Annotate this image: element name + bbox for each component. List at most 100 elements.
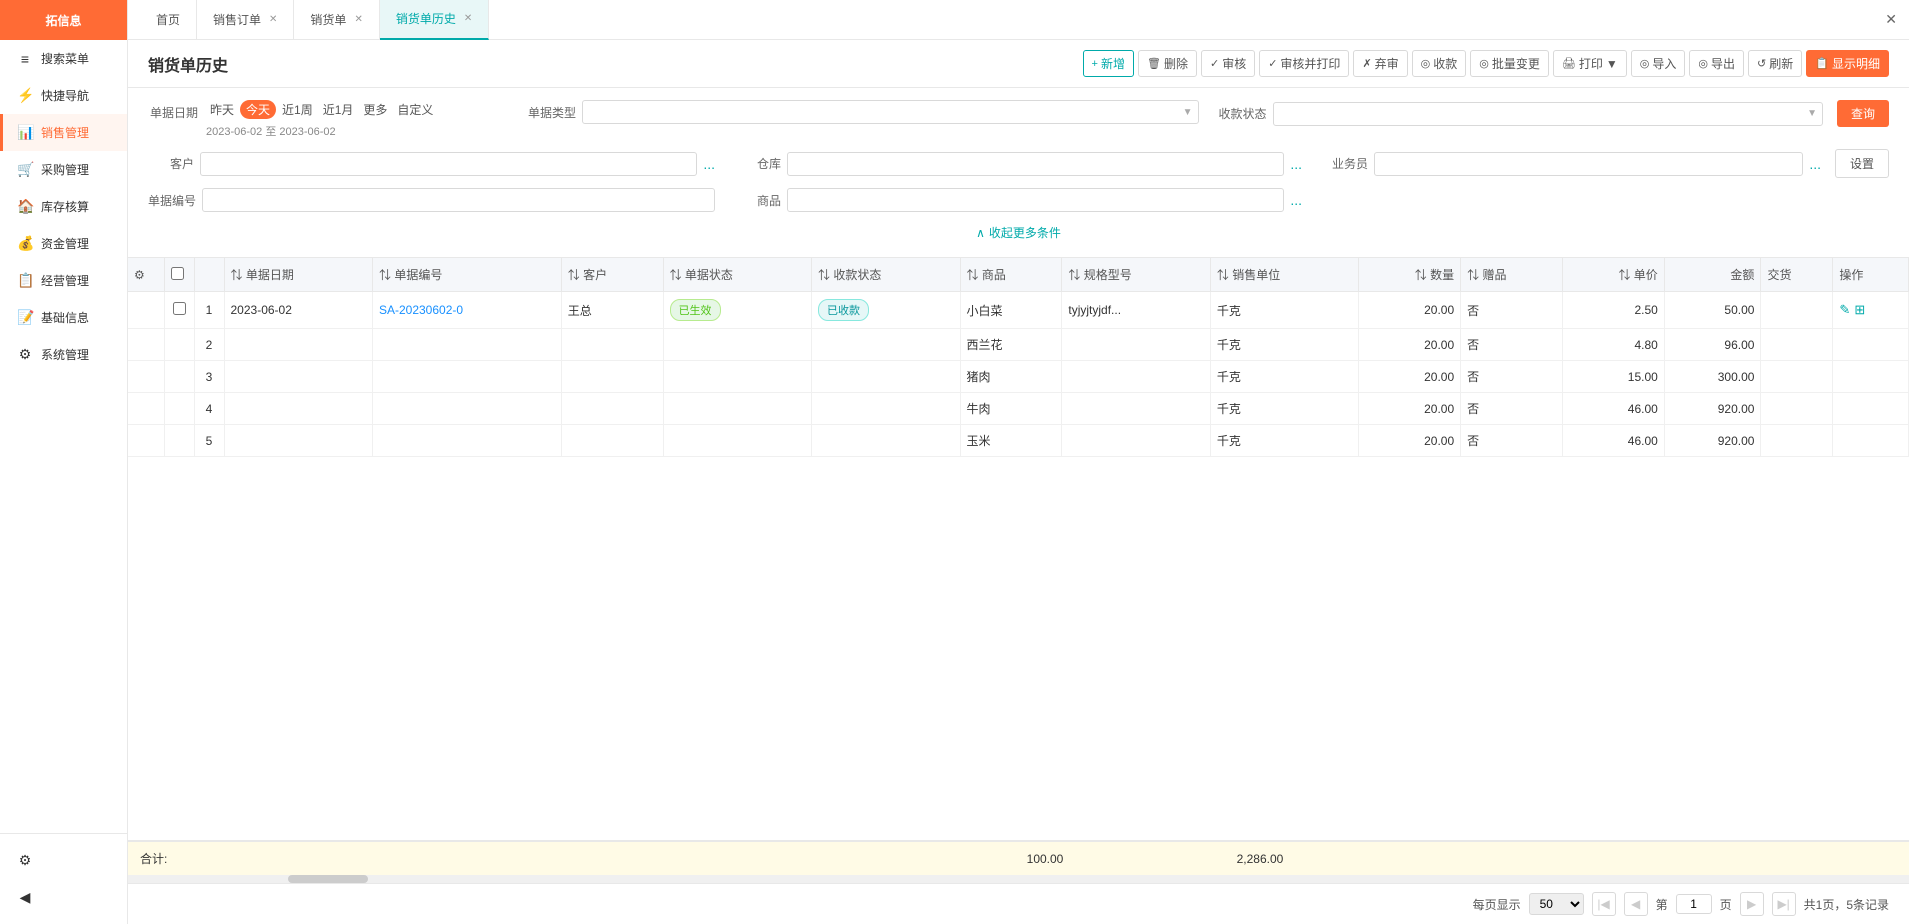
goods-input[interactable] <box>787 188 1284 212</box>
gear-icon[interactable]: ⚙ <box>134 268 145 282</box>
sidebar-item-base-info[interactable]: 📝 基础信息 <box>0 299 127 336</box>
import-button[interactable]: ◎ 导入 <box>1631 50 1686 77</box>
page-input[interactable] <box>1676 894 1712 914</box>
warehouse-field: 仓库 ... <box>735 152 1302 176</box>
query-button[interactable]: 查询 <box>1837 100 1889 127</box>
horizontal-scrollbar[interactable] <box>128 875 1909 883</box>
payment-status-select[interactable] <box>1273 102 1823 126</box>
customer-dots[interactable]: ... <box>703 156 715 172</box>
row-doc-no[interactable] <box>372 393 561 425</box>
staff-input[interactable] <box>1374 152 1803 176</box>
audit-print-button[interactable]: ✓ 审核并打印 <box>1259 50 1349 77</box>
receive-icon: ◎ <box>1421 57 1431 70</box>
sidebar-item-sales-mgmt[interactable]: 📊 销售管理 <box>0 114 127 151</box>
staff-dots[interactable]: ... <box>1809 156 1821 172</box>
show-detail-button[interactable]: 📋 显示明细 <box>1806 50 1889 77</box>
col-gear[interactable]: ⚙ <box>128 258 164 292</box>
doc-no-link[interactable]: SA-20230602-0 <box>379 303 463 317</box>
abandon-button[interactable]: ✗ 弃审 <box>1353 50 1407 77</box>
tab-sales-order[interactable]: 销售订单 ✕ <box>197 0 294 40</box>
col-amount[interactable]: 金额 <box>1664 258 1761 292</box>
col-goods[interactable]: ⇅ 商品 <box>960 258 1062 292</box>
row-doc-no[interactable] <box>372 329 561 361</box>
page-size-select[interactable]: 50 20 100 <box>1529 893 1584 915</box>
sidebar-collapse-btn[interactable]: ◀ <box>0 879 127 916</box>
print-dropdown-icon: ▼ <box>1606 57 1618 71</box>
col-date[interactable]: ⇅ 单据日期 <box>224 258 372 292</box>
doc-type-field: 单据类型 ▼ <box>528 100 1199 124</box>
sidebar-item-stock-calc[interactable]: 🏠 库存核算 <box>0 188 127 225</box>
audit-button-label: 审核 <box>1222 55 1246 72</box>
tab-sales-history-label: 销货单历史 <box>396 10 456 27</box>
date-shortcut-custom[interactable]: 自定义 <box>393 100 437 119</box>
date-shortcut-today[interactable]: 今天 <box>240 100 276 119</box>
import-icon: ◎ <box>1640 57 1650 70</box>
scrollbar-thumb[interactable] <box>288 875 368 883</box>
page-suffix: 页 <box>1720 896 1732 913</box>
page-last-btn[interactable]: ▶| <box>1772 892 1796 916</box>
date-shortcut-yesterday[interactable]: 昨天 <box>206 100 238 119</box>
select-all-checkbox[interactable] <box>171 267 184 280</box>
col-gift[interactable]: ⇅ 赠品 <box>1461 258 1563 292</box>
col-doc-status[interactable]: ⇅ 单据状态 <box>663 258 811 292</box>
page-first-btn[interactable]: |◀ <box>1592 892 1616 916</box>
col-doc-no[interactable]: ⇅ 单据编号 <box>372 258 561 292</box>
batch-change-button[interactable]: ◎ 批量变更 <box>1470 50 1549 77</box>
date-shortcut-last1m[interactable]: 近1月 <box>319 100 358 119</box>
row-unit: 千克 <box>1210 292 1358 329</box>
row-doc-no[interactable]: SA-20230602-0 <box>372 292 561 329</box>
goods-dots[interactable]: ... <box>1290 192 1302 208</box>
collapse-btn[interactable]: ∧ 收起更多条件 <box>148 220 1889 245</box>
sidebar-item-search-menu[interactable]: ≡ 搜索菜单 <box>0 40 127 77</box>
tab-sales-goods-close[interactable]: ✕ <box>354 14 362 25</box>
doc-no-input[interactable] <box>202 188 715 212</box>
sidebar-settings-btn[interactable]: ⚙ <box>0 842 127 879</box>
export-button[interactable]: ◎ 导出 <box>1689 50 1744 77</box>
footer-amount-total: 2,286.00 <box>1183 852 1283 866</box>
warehouse-input[interactable] <box>787 152 1284 176</box>
new-button[interactable]: + 新增 <box>1083 50 1134 77</box>
row-doc-no[interactable] <box>372 361 561 393</box>
receive-button[interactable]: ◎ 收款 <box>1412 50 1467 77</box>
row-doc-no[interactable] <box>372 425 561 457</box>
settings-button[interactable]: 设置 <box>1835 149 1889 178</box>
date-shortcut-last7[interactable]: 近1周 <box>278 100 317 119</box>
table-row: 5 玉米 千克 20.00 否 46.00 920.00 <box>128 425 1909 457</box>
sidebar-item-sys-mgmt[interactable]: ⚙ 系统管理 <box>0 336 127 373</box>
date-shortcut-more[interactable]: 更多 <box>359 100 391 119</box>
sidebar-item-quick-nav[interactable]: ⚡ 快捷导航 <box>0 77 127 114</box>
page-prev-btn[interactable]: ◀ <box>1624 892 1648 916</box>
col-price[interactable]: ⇅ 单价 <box>1562 258 1664 292</box>
sidebar-item-purchase-mgmt[interactable]: 🛒 采购管理 <box>0 151 127 188</box>
col-unit[interactable]: ⇅ 销售单位 <box>1210 258 1358 292</box>
page-next-btn[interactable]: ▶ <box>1740 892 1764 916</box>
delete-button-label: 删除 <box>1164 55 1188 72</box>
sidebar-item-ops-mgmt[interactable]: 📋 经营管理 <box>0 262 127 299</box>
row-checkbox[interactable] <box>173 302 186 315</box>
edit-icon[interactable]: ✎ <box>1839 302 1850 318</box>
col-qty[interactable]: ⇅ 数量 <box>1359 258 1461 292</box>
row-seq: 4 <box>194 393 224 425</box>
tab-sales-history[interactable]: 销货单历史 ✕ <box>380 0 489 40</box>
delete-button[interactable]: 🗑 删除 <box>1138 50 1197 77</box>
customer-input[interactable] <box>200 152 697 176</box>
refresh-button[interactable]: ↺ 刷新 <box>1748 50 1802 77</box>
tab-sales-history-close[interactable]: ✕ <box>464 13 472 24</box>
row-payment-status <box>812 425 960 457</box>
copy-icon[interactable]: ⊞ <box>1854 302 1865 318</box>
audit-button[interactable]: ✓ 审核 <box>1201 50 1255 77</box>
table-scroll[interactable]: ⚙ ⇅ 单据日期 ⇅ 单据编 <box>128 258 1909 840</box>
tab-sales-goods[interactable]: 销货单 ✕ <box>294 0 379 40</box>
doc-type-select[interactable] <box>582 100 1198 124</box>
col-spec[interactable]: ⇅ 规格型号 <box>1062 258 1210 292</box>
customer-label: 客户 <box>148 155 194 172</box>
warehouse-dots[interactable]: ... <box>1290 156 1302 172</box>
print-button[interactable]: 🖨 打印 ▼ <box>1553 50 1627 77</box>
sidebar-item-finance-mgmt[interactable]: 💰 资金管理 <box>0 225 127 262</box>
col-payment-status[interactable]: ⇅ 收款状态 <box>812 258 960 292</box>
row-seq: 2 <box>194 329 224 361</box>
col-customer[interactable]: ⇅ 客户 <box>561 258 663 292</box>
window-close-btn[interactable]: ✕ <box>1885 11 1897 28</box>
tab-home[interactable]: 首页 <box>140 0 197 40</box>
tab-sales-order-close[interactable]: ✕ <box>269 14 277 25</box>
